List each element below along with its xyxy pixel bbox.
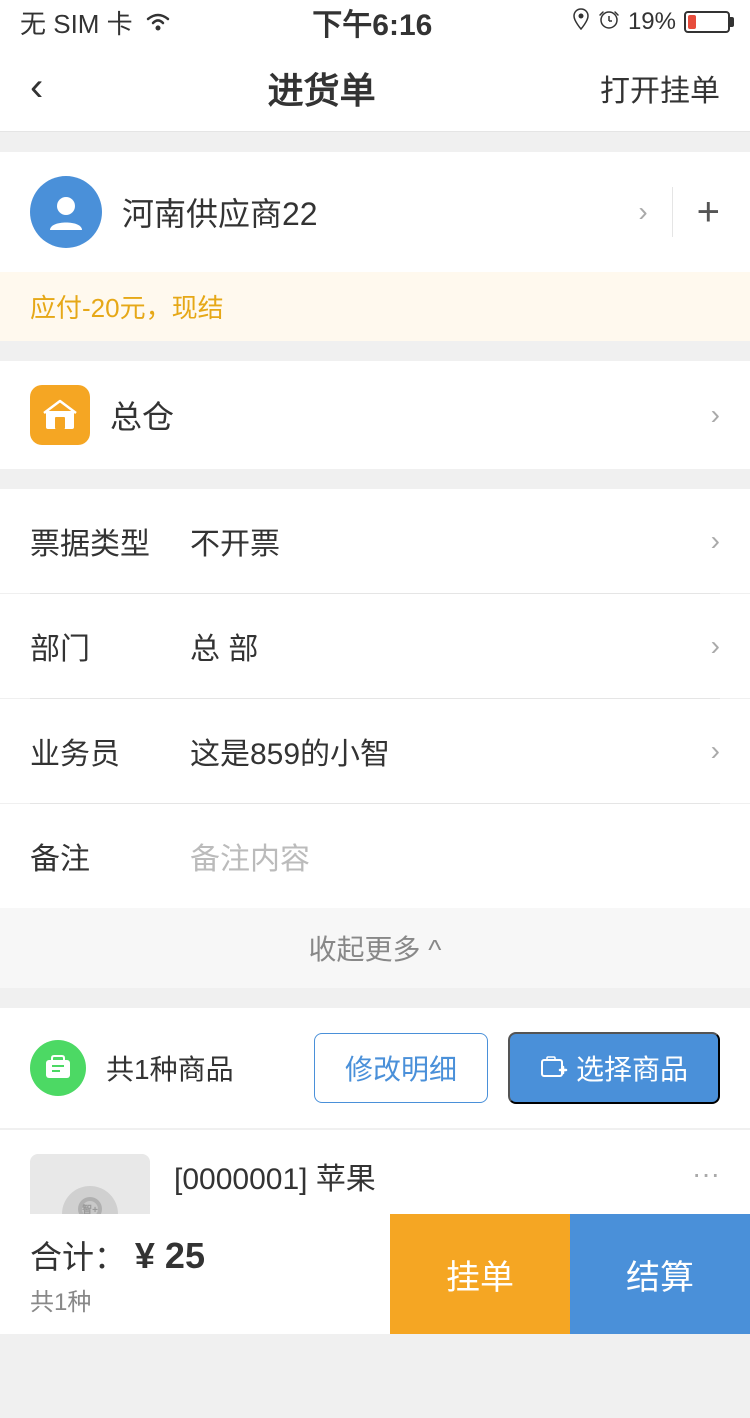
warehouse-chevron-icon: › xyxy=(711,399,720,431)
product-code: [0000001] xyxy=(174,1163,307,1196)
supplier-name[interactable]: 河南供应商22 xyxy=(122,189,638,235)
products-header: 共1种商品 修改明细 选择商品 xyxy=(0,1008,750,1128)
department-value: 总 部 xyxy=(170,624,711,668)
status-bar: 无 SIM 卡 下午6:16 19% xyxy=(0,0,750,44)
add-supplier-button[interactable]: + xyxy=(697,190,720,235)
edit-detail-button[interactable]: 修改明细 xyxy=(314,1033,488,1103)
department-chevron-icon: › xyxy=(711,630,720,662)
notice-text: 应付-20元，现结 xyxy=(30,293,224,323)
gap-4 xyxy=(0,988,750,1008)
collapse-label: 收起更多 ^ xyxy=(309,928,442,968)
product-name: [0000001] 苹果 xyxy=(174,1154,668,1198)
open-pending-button[interactable]: 打开挂单 xyxy=(600,66,720,110)
supplier-chevron-icon: › xyxy=(638,196,647,228)
total-amount: ¥ 25 xyxy=(135,1235,205,1276)
product-fruit: 苹果 xyxy=(316,1163,376,1196)
warehouse-icon xyxy=(30,385,90,445)
notice-bar: 应付-20元，现结 xyxy=(0,272,750,341)
salesperson-label: 业务员 xyxy=(30,729,170,773)
footer-total: 合计： ¥ 25 xyxy=(30,1232,360,1278)
status-left: 无 SIM 卡 xyxy=(20,4,173,41)
location-icon xyxy=(572,8,590,37)
footer-count: 共1种 xyxy=(30,1282,360,1317)
battery-text: 19% xyxy=(628,8,676,36)
wifi-icon xyxy=(143,7,173,38)
department-row[interactable]: 部门 总 部 › xyxy=(0,594,750,698)
salesperson-value: 这是859的小智 xyxy=(170,729,711,773)
gap-1 xyxy=(0,132,750,152)
invoice-chevron-icon: › xyxy=(711,525,720,557)
select-product-label: 选择商品 xyxy=(576,1048,688,1088)
collapse-bar[interactable]: 收起更多 ^ xyxy=(0,908,750,988)
invoice-label: 票据类型 xyxy=(30,519,170,563)
select-product-button[interactable]: 选择商品 xyxy=(508,1032,720,1104)
nav-bar: ‹ 进货单 打开挂单 xyxy=(0,44,750,132)
status-right: 19% xyxy=(572,8,730,37)
total-label: 合计： xyxy=(30,1239,126,1275)
product-count-text: 共1种商品 xyxy=(106,1048,294,1088)
checkout-button[interactable]: 结算 xyxy=(570,1214,750,1334)
department-label: 部门 xyxy=(30,624,170,668)
invoice-value: 不开票 xyxy=(170,519,711,563)
footer: 合计： ¥ 25 共1种 挂单 结算 xyxy=(0,1214,750,1334)
product-more-button[interactable]: ··· xyxy=(692,1158,720,1190)
page-title: 进货单 xyxy=(268,62,376,114)
gap-3 xyxy=(0,469,750,489)
supplier-avatar xyxy=(30,176,102,248)
invoice-row[interactable]: 票据类型 不开票 › xyxy=(0,489,750,593)
salesperson-chevron-icon: › xyxy=(711,735,720,767)
checkout-label: 结算 xyxy=(626,1250,694,1299)
product-count-icon xyxy=(30,1040,86,1096)
supplier-divider xyxy=(672,187,673,237)
remark-value[interactable]: 备注内容 xyxy=(170,834,720,878)
alarm-icon xyxy=(598,8,620,37)
status-time: 下午6:16 xyxy=(312,0,432,44)
supplier-section: 河南供应商22 › + xyxy=(0,152,750,272)
carrier-text: 无 SIM 卡 xyxy=(20,4,133,41)
back-button[interactable]: ‹ xyxy=(30,65,43,110)
warehouse-name: 总仓 xyxy=(110,392,711,438)
warehouse-section[interactable]: 总仓 › xyxy=(0,361,750,469)
battery-icon xyxy=(684,11,730,33)
footer-summary: 合计： ¥ 25 共1种 xyxy=(0,1214,390,1334)
gap-2 xyxy=(0,341,750,361)
remark-label: 备注 xyxy=(30,834,170,878)
hold-button[interactable]: 挂单 xyxy=(390,1214,570,1334)
hold-label: 挂单 xyxy=(446,1250,514,1299)
salesperson-row[interactable]: 业务员 这是859的小智 › xyxy=(0,699,750,803)
remark-row[interactable]: 备注 备注内容 xyxy=(0,804,750,908)
